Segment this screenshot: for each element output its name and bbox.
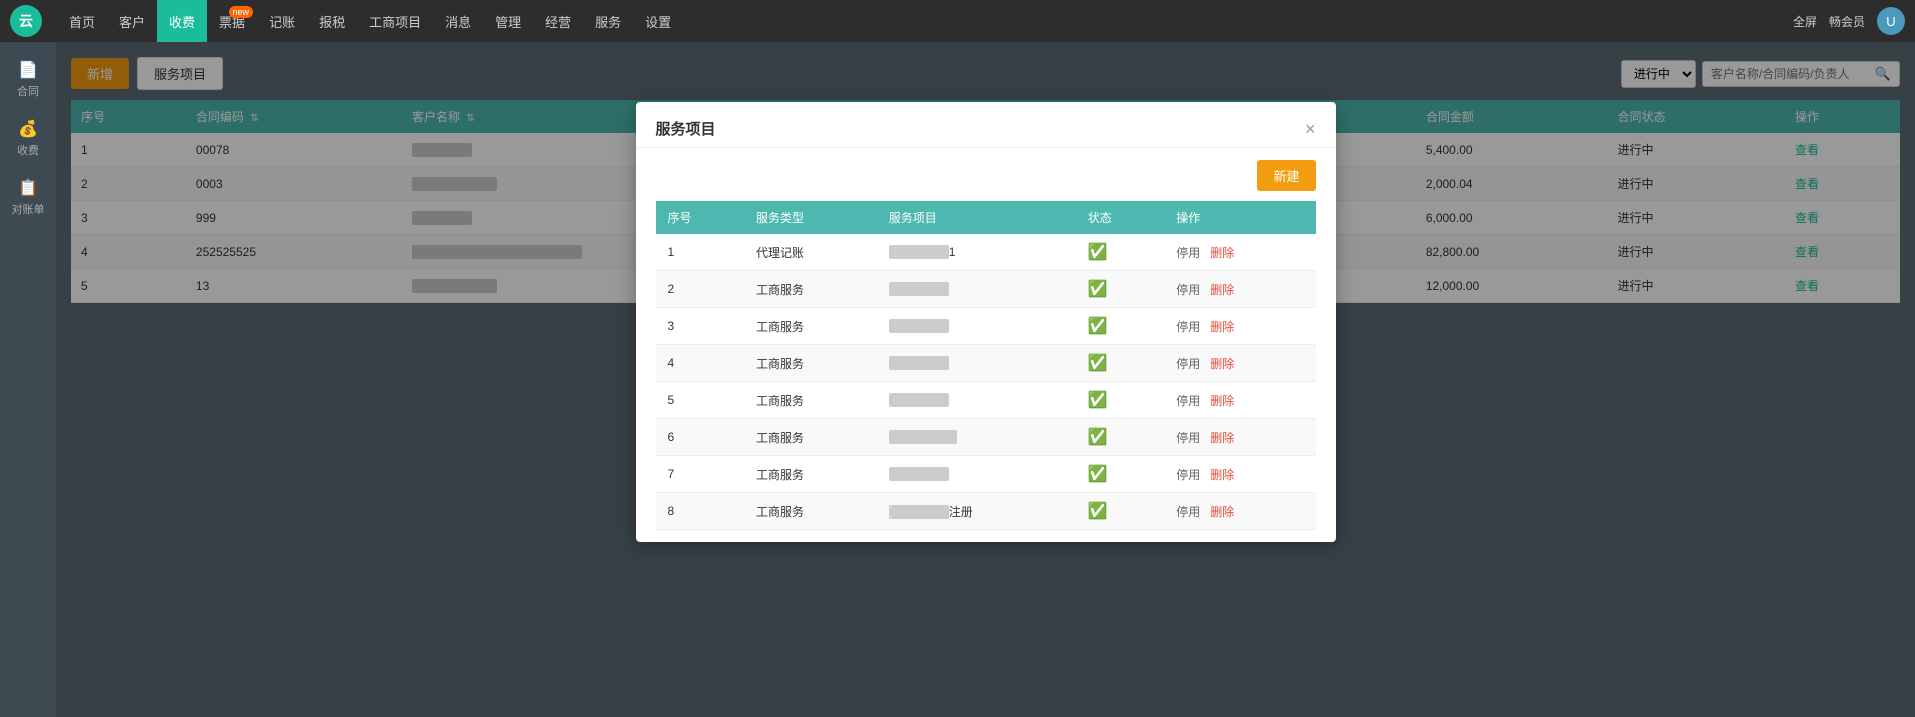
stop-btn-1[interactable]: 停用 [1176,246,1200,260]
nav-client[interactable]: 客户 [107,0,157,42]
modal-header: 服务项目 × [636,102,1336,148]
nav-home[interactable]: 首页 [57,0,107,42]
delete-btn-4[interactable]: 删除 [1210,357,1234,371]
list-item: 8 工商服务 ████注册 ✅ 停用 删除 [656,493,1316,530]
list-item: 2 工商服务 ████ ✅ 停用 删除 [656,271,1316,308]
modal-service-items: 服务项目 × 新建 序号 服务类型 服务项目 [636,102,1336,542]
modal-col-id: 序号 [656,201,744,234]
delete-btn-3[interactable]: 删除 [1210,320,1234,334]
stop-btn-5[interactable]: 停用 [1176,394,1200,408]
status-check-5: ✅ [1088,392,1108,409]
nav-commerce[interactable]: 工商项目 [357,0,433,42]
stop-btn-4[interactable]: 停用 [1176,357,1200,371]
nav-operation[interactable]: 经营 [533,0,583,42]
modal-new-button[interactable]: 新建 [1257,160,1315,191]
nav-manage[interactable]: 管理 [483,0,533,42]
delete-btn-7[interactable]: 删除 [1210,468,1234,482]
status-check-8: ✅ [1088,503,1108,520]
nav-bookkeeping[interactable]: 记账 [257,0,307,42]
status-check-7: ✅ [1088,466,1108,483]
modal-col-type: 服务类型 [744,201,877,234]
sidebar-label-fee: 收费 [17,142,39,158]
modal-col-status: 状态 [1076,201,1164,234]
list-item: 1 代理记账 ████1 ✅ 停用 删除 [656,234,1316,271]
list-item: 5 工商服务 ████ ✅ 停用 删除 [656,382,1316,419]
sidebar-item-fee[interactable]: 💰 收费 [3,111,53,166]
nav-fee[interactable]: 收费 [157,0,207,42]
sidebar-item-contract[interactable]: 📄 合同 [3,52,53,107]
member-btn[interactable]: 畅会员 [1829,13,1865,30]
avatar[interactable]: U [1877,7,1905,35]
status-check-3: ✅ [1088,318,1108,335]
status-check-4: ✅ [1088,355,1108,372]
list-item: 6 工商服务 ████████ ✅ 停用 删除 [656,419,1316,456]
stop-btn-7[interactable]: 停用 [1176,468,1200,482]
nav-message[interactable]: 消息 [433,0,483,42]
delete-btn-8[interactable]: 删除 [1210,505,1234,519]
delete-btn-5[interactable]: 删除 [1210,394,1234,408]
main-layout: 📄 合同 💰 收费 📋 对账单 新增 服务项目 进行中 全部 已结束 [0,42,1915,717]
list-item: 4 工商服务 ████ ✅ 停用 删除 [656,345,1316,382]
list-item: 3 工商服务 ████ ✅ 停用 删除 [656,308,1316,345]
sidebar-label-statement: 对账单 [12,201,45,217]
modal-col-action: 操作 [1164,201,1315,234]
modal-body: 新建 序号 服务类型 服务项目 状态 操作 [636,148,1336,542]
stop-btn-3[interactable]: 停用 [1176,320,1200,334]
statement-icon: 📋 [18,178,38,198]
nav-tax[interactable]: 报税 [307,0,357,42]
modal-table-wrap[interactable]: 序号 服务类型 服务项目 状态 操作 1 代理记账 [656,201,1316,530]
status-check-1: ✅ [1088,244,1108,261]
stop-btn-8[interactable]: 停用 [1176,505,1200,519]
fullscreen-btn[interactable]: 全屏 [1793,13,1817,30]
modal-overlay: 服务项目 × 新建 序号 服务类型 服务项目 [56,42,1915,717]
fee-icon: 💰 [18,119,38,139]
sidebar-label-contract: 合同 [17,83,39,99]
nav-settings[interactable]: 设置 [633,0,683,42]
top-nav: 云 首页 客户 收费 票据 new 记账 报税 工商项目 消息 管理 经营 服务… [0,0,1915,42]
modal-close-button[interactable]: × [1305,120,1316,138]
service-items-table: 序号 服务类型 服务项目 状态 操作 1 代理记账 [656,201,1316,530]
stop-btn-2[interactable]: 停用 [1176,283,1200,297]
sidebar: 📄 合同 💰 收费 📋 对账单 [0,42,56,717]
content-area: 新增 服务项目 进行中 全部 已结束 🔍 序号 合同编码 ⇅ [56,42,1915,717]
delete-btn-1[interactable]: 删除 [1210,246,1234,260]
contract-icon: 📄 [18,60,38,80]
nav-right-area: 全屏 畅会员 U [1793,7,1905,35]
stop-btn-6[interactable]: 停用 [1176,431,1200,445]
nav-service[interactable]: 服务 [583,0,633,42]
modal-toolbar: 新建 [656,160,1316,191]
delete-btn-6[interactable]: 删除 [1210,431,1234,445]
new-badge: new [229,6,254,18]
app-logo: 云 [10,5,42,37]
status-check-2: ✅ [1088,281,1108,298]
delete-btn-2[interactable]: 删除 [1210,283,1234,297]
status-check-6: ✅ [1088,429,1108,446]
modal-title: 服务项目 [656,118,716,139]
sidebar-item-statement[interactable]: 📋 对账单 [3,170,53,225]
nav-invoice[interactable]: 票据 new [207,0,257,42]
modal-col-item: 服务项目 [877,201,1076,234]
list-item: 7 工商服务 ████ ✅ 停用 删除 [656,456,1316,493]
